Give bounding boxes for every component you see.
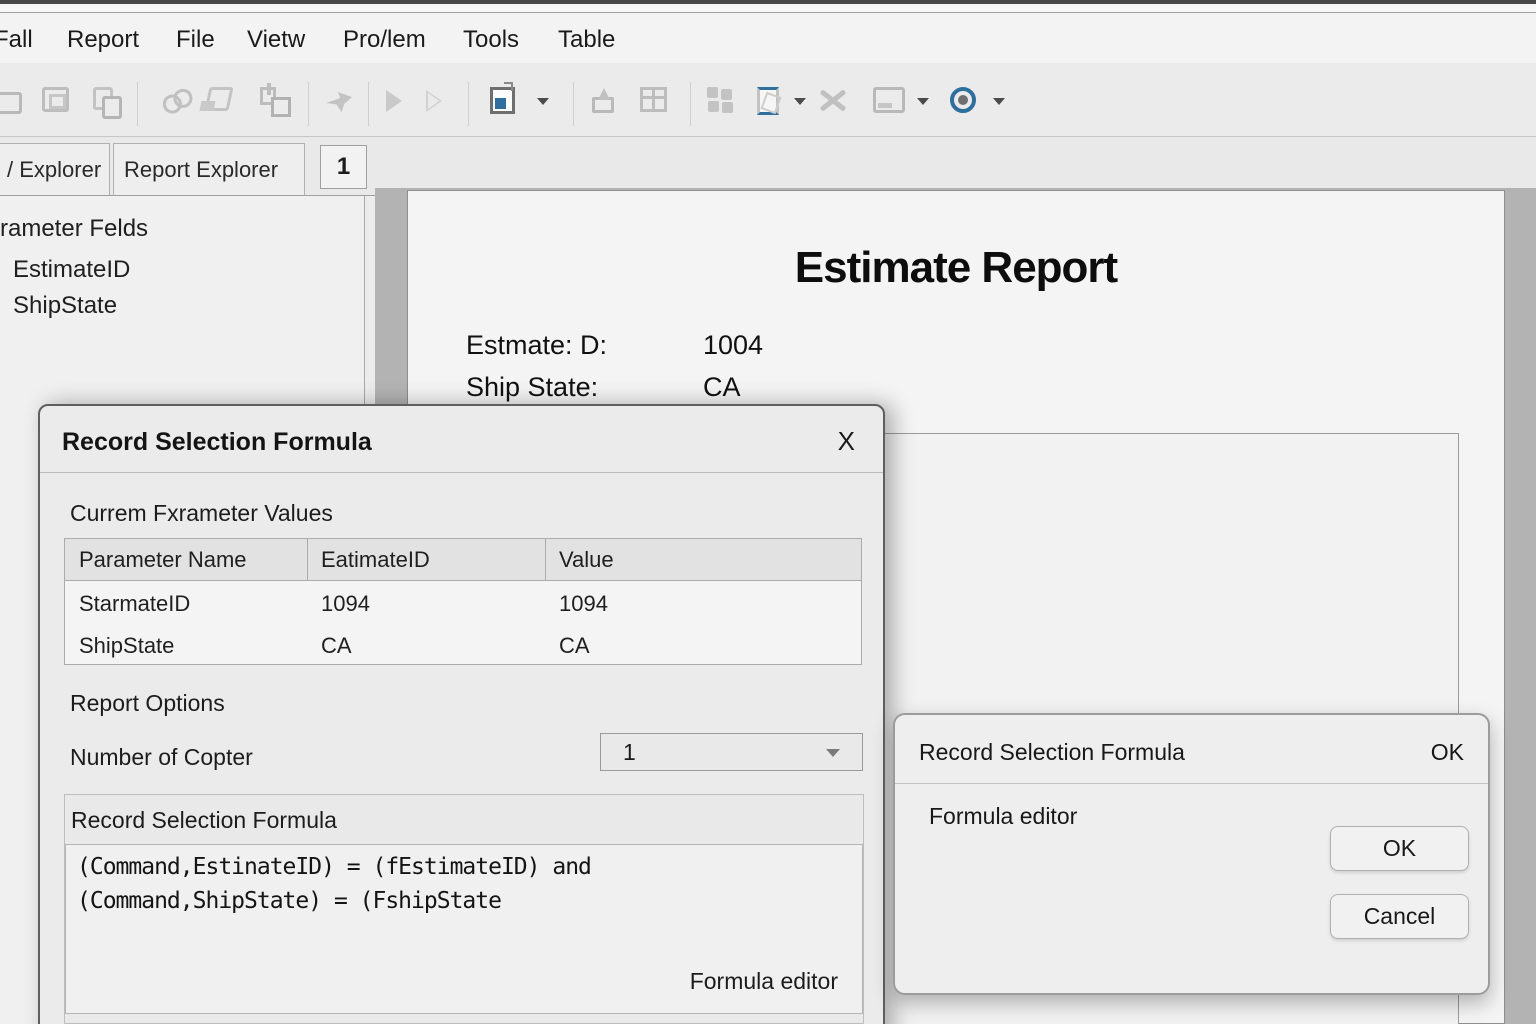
record-selection-formula-dialog: Record Selection Formula X Currem Fxrame…: [38, 404, 885, 1024]
report-title: Estimate Report: [794, 243, 1118, 292]
toolbar-separator: [308, 82, 309, 126]
save-icon[interactable]: [42, 87, 69, 112]
highlight-icon[interactable]: [757, 87, 779, 115]
dialog-title: Record Selection Formula: [62, 428, 372, 456]
col-header-estimateid[interactable]: EatimateID: [321, 547, 430, 573]
titlebar-ok-label[interactable]: OK: [1431, 739, 1464, 766]
dropdown-caret-icon[interactable]: [794, 98, 806, 105]
sections-icon[interactable]: [707, 87, 735, 115]
run-icon[interactable]: [386, 90, 402, 112]
table-row-cell[interactable]: ShipState: [79, 633, 174, 659]
table-row-cell[interactable]: 1094: [321, 591, 370, 617]
dialog-title: Record Selection Formula: [919, 739, 1185, 765]
record-icon[interactable]: [950, 87, 976, 113]
formula-text-area[interactable]: (Command,EstinateID) = (fEstimateID) and…: [65, 844, 863, 1014]
tab-field-explorer-label: / Explorer: [7, 156, 102, 182]
menubar: Fall Report File Vietw Pro/lem Tools Tab…: [0, 13, 1536, 63]
table-row-cell[interactable]: CA: [559, 633, 590, 659]
toolbar-separator: [368, 82, 369, 126]
print-icon[interactable]: [0, 92, 22, 114]
run-outline-icon[interactable]: [426, 90, 442, 112]
cancel-button[interactable]: Cancel: [1330, 894, 1469, 939]
tree-item-shipstate[interactable]: ShipState: [13, 292, 117, 320]
page-number-tab[interactable]: 1: [320, 145, 367, 189]
tab-report-explorer-label: Report Explorer: [124, 156, 279, 182]
formula-line-2: (Command,ShipState) = (FshipState: [77, 888, 502, 914]
current-parameter-values-heading: Currem Fxrameter Values: [70, 500, 333, 526]
page-setup-icon[interactable]: [490, 82, 515, 114]
number-of-copies-label: Number of Copter: [70, 744, 253, 770]
window-icon[interactable]: [873, 87, 905, 113]
estimate-id-value: 1004: [703, 330, 764, 360]
toolbar-separator: [137, 82, 138, 126]
tree-parameter-fields[interactable]: rameter Felds: [0, 215, 148, 243]
tree-item-estimateid[interactable]: EstimateID: [13, 256, 130, 284]
copy-icon[interactable]: [93, 87, 122, 119]
toolbar-separator: [468, 82, 469, 126]
dropdown-caret-icon[interactable]: [537, 98, 549, 105]
menu-tools[interactable]: Tools: [463, 26, 519, 54]
ship-state-value: CA: [703, 372, 741, 402]
app-window: Fall Report File Vietw Pro/lem Tools Tab…: [0, 0, 1536, 1024]
ship-state-label: Ship State:: [466, 372, 599, 402]
menu-table[interactable]: Table: [558, 26, 615, 54]
dropdown-caret-icon[interactable]: [917, 98, 929, 105]
export-icon[interactable]: [204, 87, 234, 111]
sort-icon[interactable]: [818, 87, 846, 115]
title-strip: [0, 4, 1536, 13]
toolbar-separator: [573, 82, 574, 126]
menu-fall[interactable]: Fall: [0, 26, 33, 54]
dropdown-caret-icon[interactable]: [993, 98, 1005, 105]
copies-dropdown-value: 1: [623, 739, 636, 765]
estimate-id-label: Estmate: D:: [466, 330, 608, 360]
menu-problem[interactable]: Pro/lem: [343, 26, 426, 54]
grid-icon[interactable]: [640, 87, 667, 112]
menu-view[interactable]: Vietw: [247, 26, 305, 54]
dialog-divider: [40, 472, 883, 473]
formula-confirm-dialog: Record Selection Formula OK Formula edit…: [893, 713, 1490, 995]
chevron-down-icon: [826, 749, 840, 757]
report-options-heading: Report Options: [70, 690, 225, 716]
design-icon[interactable]: [592, 88, 614, 113]
menu-report[interactable]: Report: [67, 26, 139, 54]
record-selection-formula-section: Record Selection Formula (Command,Estina…: [64, 794, 864, 1024]
col-header-value[interactable]: Value: [559, 547, 614, 573]
formula-editor-label: Formula editor: [929, 803, 1078, 829]
column-divider: [545, 539, 546, 581]
dialog-divider: [895, 783, 1488, 784]
col-header-parameter-name[interactable]: Parameter Name: [79, 547, 247, 573]
copies-dropdown[interactable]: 1: [600, 733, 863, 771]
table-row-cell[interactable]: StarmateID: [79, 591, 190, 617]
insert-object-icon[interactable]: [260, 83, 291, 117]
formula-section-heading: Record Selection Formula: [71, 807, 337, 833]
column-divider: [307, 539, 308, 581]
menu-file[interactable]: File: [176, 26, 215, 54]
formula-line-1: (Command,EstinateID) = (fEstimateID) and: [77, 854, 592, 880]
parameter-table: Parameter Name EatimateID Value Starmate…: [64, 538, 862, 665]
table-row-cell[interactable]: CA: [321, 633, 352, 659]
formula-editor-link[interactable]: Formula editor: [690, 968, 838, 995]
tab-field-explorer[interactable]: / Explorer: [0, 143, 110, 195]
close-icon[interactable]: X: [838, 426, 855, 457]
toolbar-separator: [690, 82, 691, 126]
ok-button[interactable]: OK: [1330, 826, 1469, 871]
tab-report-explorer[interactable]: Report Explorer: [113, 143, 305, 195]
table-row-cell[interactable]: 1094: [559, 591, 608, 617]
